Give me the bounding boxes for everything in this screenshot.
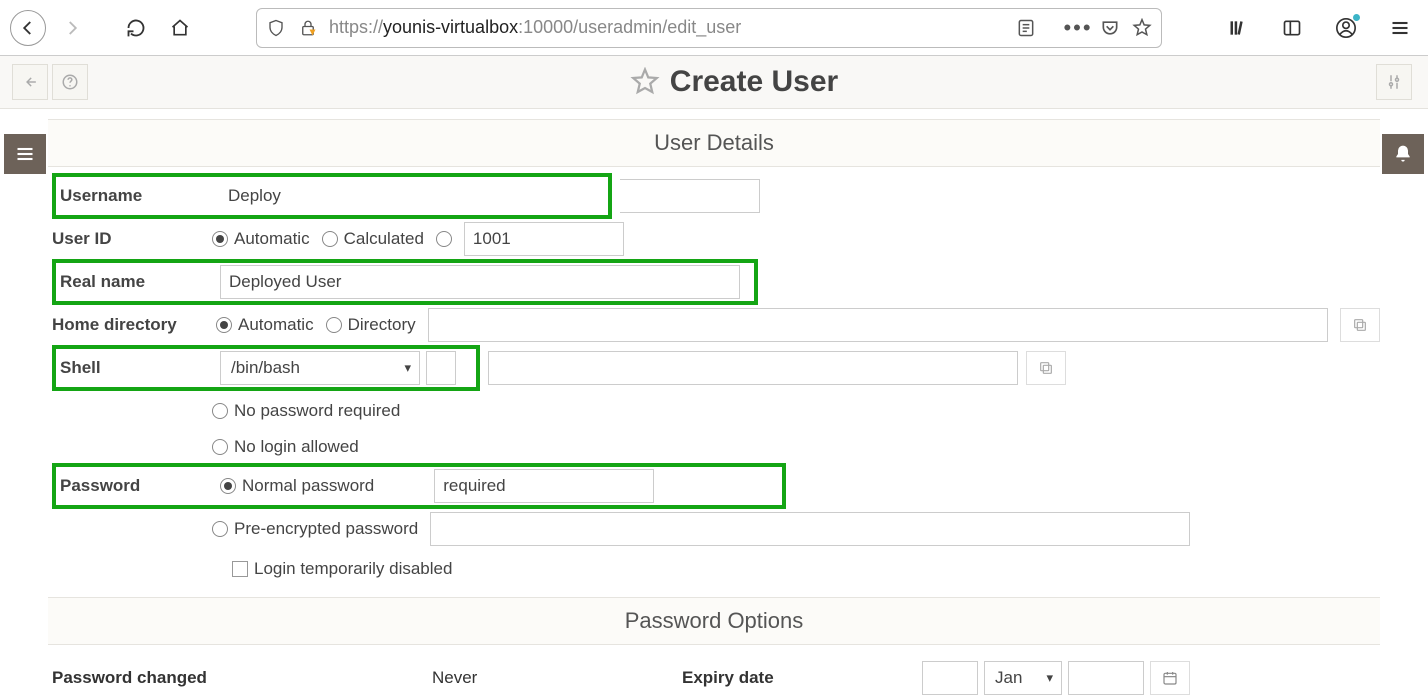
- radio-icon: [212, 231, 228, 247]
- label-username: Username: [60, 186, 220, 206]
- row-pw-nologin: No login allowed: [48, 431, 1380, 463]
- input-username-extra[interactable]: [620, 179, 760, 213]
- section-password-options: Password Options: [48, 597, 1380, 645]
- label-shell: Shell: [60, 358, 220, 378]
- shield-icon: [265, 17, 287, 39]
- row-shell: Shell /bin/bash: [48, 345, 1380, 391]
- row-username: Username Deploy: [48, 173, 1380, 219]
- back-button[interactable]: [10, 10, 46, 46]
- browser-toolbar: https://younis-virtualbox:10000/useradmi…: [0, 0, 1428, 56]
- label-homedir: Home directory: [52, 315, 216, 335]
- radio-icon: [220, 478, 236, 494]
- input-shell-path[interactable]: [488, 351, 1018, 385]
- option-no-password[interactable]: No password required: [212, 401, 400, 421]
- radio-icon: [436, 231, 452, 247]
- content-area: User Details Username Deploy User ID Aut…: [0, 119, 1428, 695]
- lock-warning-icon: [297, 17, 319, 39]
- input-expiry-year[interactable]: [1068, 661, 1144, 695]
- option-uid-calculated[interactable]: Calculated: [322, 229, 424, 249]
- label-expiry: Expiry date: [682, 668, 774, 688]
- row-login-disabled: Login temporarily disabled: [48, 549, 1380, 589]
- url-text: https://younis-virtualbox:10000/useradmi…: [329, 17, 1005, 38]
- calendar-button[interactable]: [1150, 661, 1190, 695]
- label-realname: Real name: [60, 272, 220, 292]
- option-label: Directory: [348, 315, 416, 335]
- browser-right-icons: [1220, 10, 1418, 46]
- option-label: Normal password: [242, 476, 374, 496]
- select-expiry-month[interactable]: Jan: [984, 661, 1062, 695]
- radio-icon: [322, 231, 338, 247]
- option-label: Login temporarily disabled: [254, 559, 452, 579]
- url-bar[interactable]: https://younis-virtualbox:10000/useradmi…: [256, 8, 1162, 48]
- home-button[interactable]: [162, 10, 198, 46]
- radio-icon: [212, 521, 228, 537]
- forward-button[interactable]: [54, 10, 90, 46]
- value-never: Never: [432, 668, 477, 688]
- right-notifications-toggle[interactable]: [1382, 134, 1424, 174]
- option-label: Pre-encrypted password: [234, 519, 418, 539]
- option-label: No password required: [234, 401, 400, 421]
- option-normal-password[interactable]: Normal password: [220, 476, 374, 496]
- label-password: Password: [60, 476, 220, 496]
- option-uid-automatic[interactable]: Automatic: [212, 229, 310, 249]
- input-realname[interactable]: Deployed User: [220, 265, 740, 299]
- url-scheme: https://: [329, 17, 383, 37]
- radio-icon: [212, 439, 228, 455]
- row-pw-nopw: No password required: [48, 391, 1380, 431]
- option-no-login[interactable]: No login allowed: [212, 437, 359, 457]
- browse-homedir-button[interactable]: [1340, 308, 1380, 342]
- bookmark-star-icon[interactable]: [1131, 17, 1153, 39]
- radio-icon: [216, 317, 232, 333]
- checkbox-login-disabled[interactable]: Login temporarily disabled: [232, 559, 452, 579]
- option-uid-custom[interactable]: [436, 231, 452, 247]
- row-preencrypted: Pre-encrypted password: [48, 509, 1380, 549]
- label-password-changed: Password changed: [52, 668, 207, 688]
- section-user-details: User Details: [48, 119, 1380, 167]
- row-password-options: Password changed Never Expiry date Jan: [48, 651, 1380, 695]
- page-header: Create User: [0, 56, 1428, 109]
- left-menu-toggle[interactable]: [4, 134, 46, 174]
- row-realname: Real name Deployed User: [48, 259, 1380, 305]
- row-homedir: Home directory Automatic Directory: [48, 305, 1380, 345]
- option-label: Calculated: [344, 229, 424, 249]
- library-icon[interactable]: [1220, 10, 1256, 46]
- select-shell[interactable]: /bin/bash: [220, 351, 420, 385]
- input-preencrypted[interactable]: [430, 512, 1190, 546]
- option-home-directory[interactable]: Directory: [326, 315, 416, 335]
- radio-icon: [212, 403, 228, 419]
- url-host: younis-virtualbox: [383, 17, 518, 37]
- favorite-star-icon[interactable]: [630, 67, 660, 97]
- pocket-icon[interactable]: [1099, 17, 1121, 39]
- sidebar-icon[interactable]: [1274, 10, 1310, 46]
- reload-button[interactable]: [118, 10, 154, 46]
- url-path: :10000/useradmin/edit_user: [518, 17, 741, 37]
- account-icon[interactable]: [1328, 10, 1364, 46]
- reader-mode-icon[interactable]: [1015, 17, 1037, 39]
- option-home-automatic[interactable]: Automatic: [216, 315, 314, 335]
- input-shell-extra[interactable]: [426, 351, 456, 385]
- input-username[interactable]: Deploy: [220, 179, 590, 213]
- radio-icon: [326, 317, 342, 333]
- option-label: Automatic: [234, 229, 310, 249]
- option-label: No login allowed: [234, 437, 359, 457]
- input-expiry-day[interactable]: [922, 661, 978, 695]
- header-settings-button[interactable]: [1376, 64, 1412, 100]
- checkbox-icon: [232, 561, 248, 577]
- browse-shell-button[interactable]: [1026, 351, 1066, 385]
- option-preencrypted[interactable]: Pre-encrypted password: [212, 519, 418, 539]
- input-homedir[interactable]: [428, 308, 1328, 342]
- input-uid[interactable]: 1001: [464, 222, 624, 256]
- label-userid: User ID: [52, 229, 212, 249]
- page-title: Create User: [670, 65, 838, 99]
- option-label: Automatic: [238, 315, 314, 335]
- row-userid: User ID Automatic Calculated 1001: [48, 219, 1380, 259]
- more-icon[interactable]: •••: [1067, 17, 1089, 39]
- hamburger-menu-icon[interactable]: [1382, 10, 1418, 46]
- row-password: Password Normal password required: [48, 463, 1380, 509]
- input-password[interactable]: required: [434, 469, 654, 503]
- header-back-button[interactable]: [12, 64, 48, 100]
- header-help-button[interactable]: [52, 64, 88, 100]
